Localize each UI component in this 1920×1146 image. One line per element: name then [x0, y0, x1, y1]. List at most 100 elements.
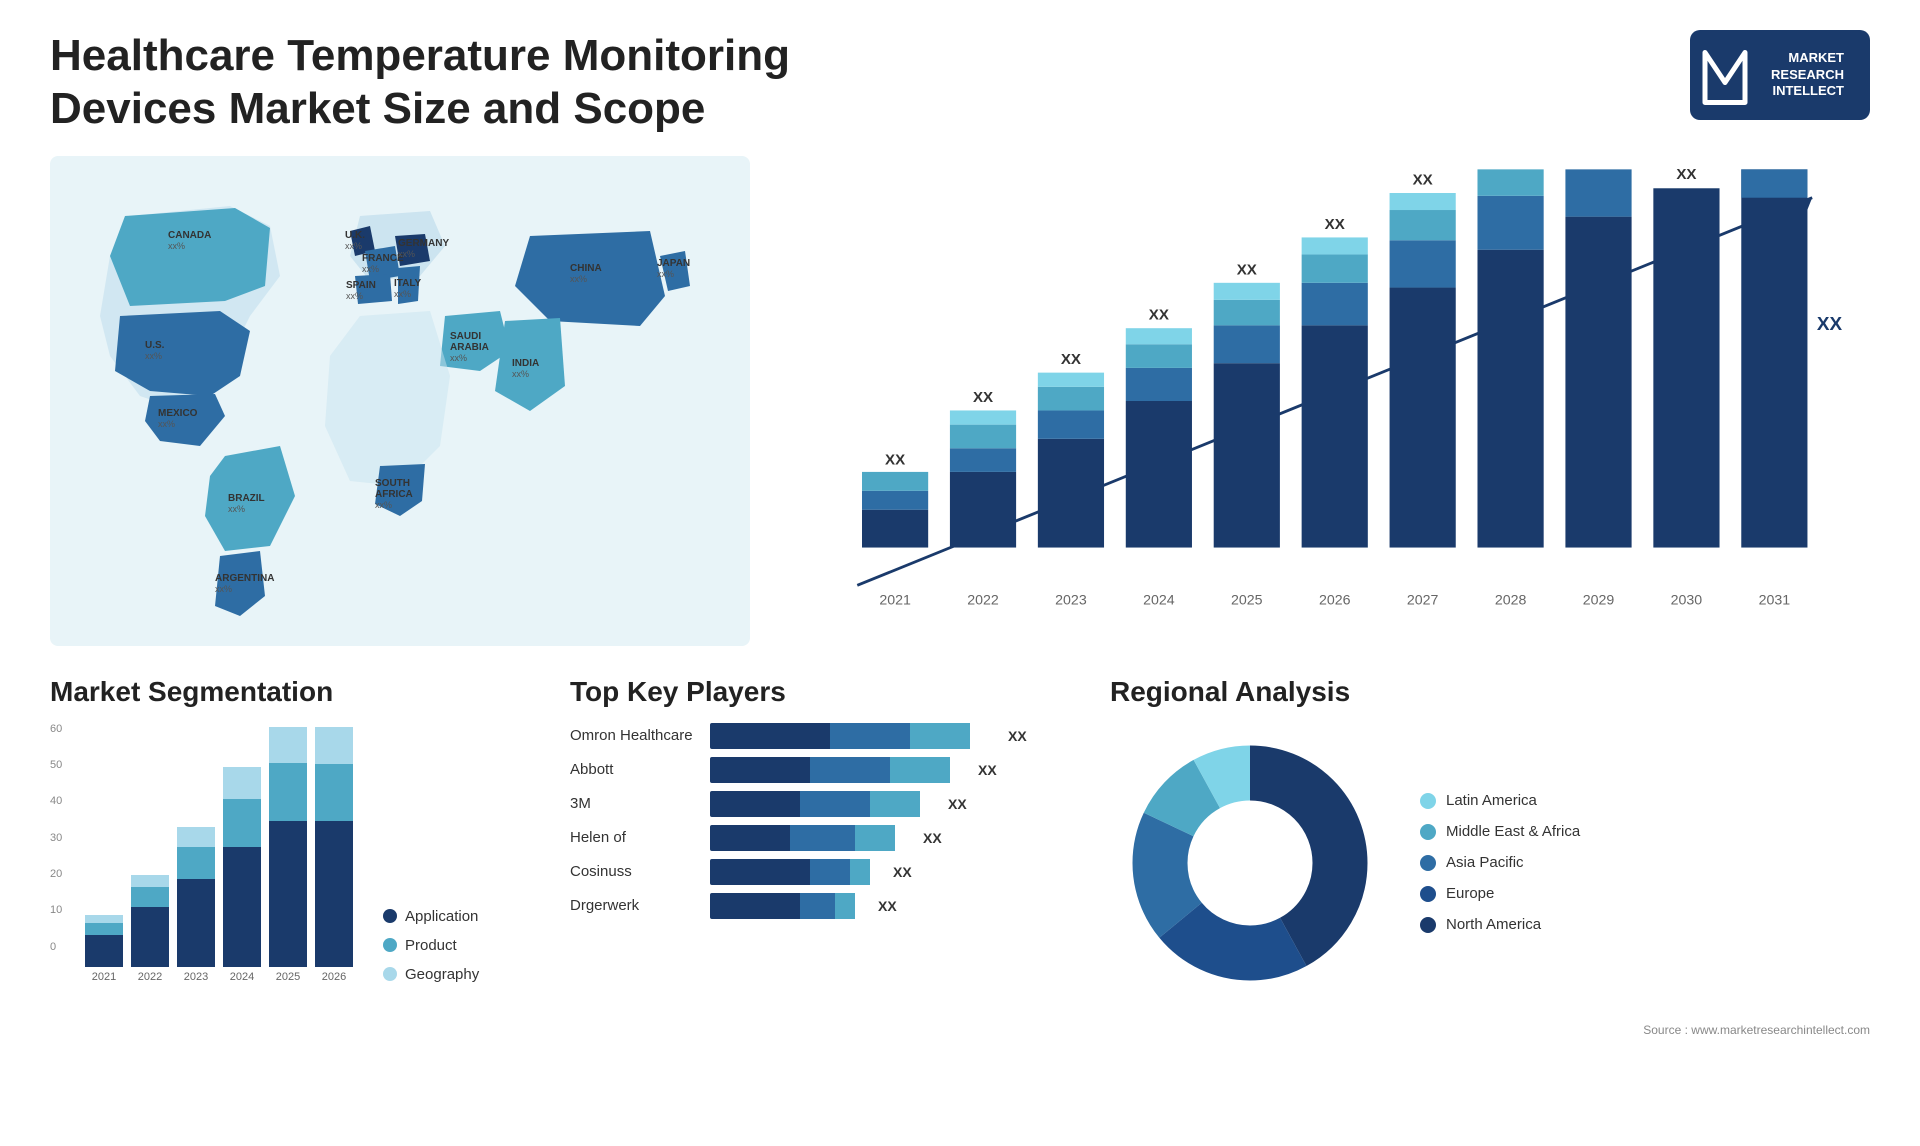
legend-middle-east-africa: Middle East & Africa — [1420, 823, 1580, 840]
player-bar-seg3-abbott — [890, 757, 950, 783]
seg-app-2026 — [315, 821, 353, 966]
seg-geo-2025 — [269, 727, 307, 763]
dot-europe — [1420, 886, 1436, 902]
seg-stacked-2026 — [315, 727, 353, 967]
svg-text:xx%: xx% — [158, 419, 175, 429]
svg-text:XX: XX — [1817, 314, 1843, 335]
seg-geo-2026 — [315, 727, 353, 765]
bar-chart-svg: XX 2021 XX 2022 XX 2023 — [810, 166, 1850, 636]
map-section: CANADA xx% U.S. xx% MEXICO xx% BRAZIL xx… — [50, 156, 750, 646]
svg-text:CANADA: CANADA — [168, 230, 211, 241]
seg-app-2025 — [269, 821, 307, 966]
player-bar-abbott — [710, 757, 960, 783]
bar-chart: XX 2021 XX 2022 XX 2023 — [810, 166, 1850, 636]
seg-geo-2024 — [223, 767, 261, 799]
svg-text:GERMANY: GERMANY — [398, 238, 449, 249]
seg-prod-2025 — [269, 763, 307, 821]
player-value-drger: XX — [878, 898, 897, 914]
player-bar-seg1-3m — [710, 791, 800, 817]
seg-geo-2021 — [85, 915, 123, 923]
svg-text:INDIA: INDIA — [512, 358, 539, 369]
donut-chart — [1110, 723, 1390, 1003]
seg-prod-2024 — [223, 799, 261, 847]
logo: MARKET RESEARCH INTELLECT — [1690, 30, 1870, 120]
legend-product: Product — [383, 937, 513, 954]
player-value-helen: XX — [923, 830, 942, 846]
svg-text:xx%: xx% — [346, 291, 363, 301]
legend-label-geography: Geography — [405, 966, 479, 983]
player-bar-seg1-omron — [710, 723, 830, 749]
seg-bar-2026: 2026 — [315, 727, 353, 983]
player-bar-seg2-drger — [800, 893, 835, 919]
player-bar-seg2-helen — [790, 825, 855, 851]
y-label-30: 30 — [50, 832, 62, 844]
players-title: Top Key Players — [570, 676, 1090, 708]
dot-north-america — [1420, 917, 1436, 933]
svg-text:2023: 2023 — [1055, 592, 1087, 608]
seg-geo-2023 — [177, 827, 215, 847]
seg-year-2026: 2026 — [322, 971, 346, 983]
y-label-20: 20 — [50, 868, 62, 880]
player-name-3m: 3M — [570, 795, 700, 812]
player-bar-seg2-3m — [800, 791, 870, 817]
label-north-america: North America — [1446, 916, 1541, 933]
bottom-row: Market Segmentation 60 50 40 30 20 10 0 — [50, 676, 1870, 1116]
svg-text:XX: XX — [1676, 166, 1696, 183]
seg-bar-2023: 2023 — [177, 727, 215, 983]
seg-stacked-2021 — [85, 727, 123, 967]
player-bar-seg1-drger — [710, 893, 800, 919]
legend-application: Application — [383, 908, 513, 925]
regional-section: Regional Analysis — [1110, 676, 1870, 1116]
svg-text:xx%: xx% — [450, 353, 467, 363]
seg-app-2024 — [223, 847, 261, 967]
seg-content: 60 50 40 30 20 10 0 — [50, 723, 550, 983]
label-middle-east-africa: Middle East & Africa — [1446, 823, 1580, 840]
y-label-0: 0 — [50, 941, 62, 953]
label-europe: Europe — [1446, 885, 1494, 902]
svg-text:SOUTH: SOUTH — [375, 478, 410, 489]
legend-geography: Geography — [383, 966, 513, 983]
label-asia-pacific: Asia Pacific — [1446, 854, 1524, 871]
regional-title: Regional Analysis — [1110, 676, 1870, 708]
player-bar-seg1-helen — [710, 825, 790, 851]
dot-latin-america — [1420, 793, 1436, 809]
source-text: Source : www.marketresearchintellect.com — [1110, 1023, 1870, 1037]
svg-text:SPAIN: SPAIN — [346, 280, 376, 291]
player-row-cosinuss: Cosinuss XX — [570, 859, 1090, 885]
seg-bar-2021: 2021 — [85, 727, 123, 983]
svg-text:xx%: xx% — [215, 584, 232, 594]
svg-text:2028: 2028 — [1495, 592, 1527, 608]
y-label-40: 40 — [50, 795, 62, 807]
seg-chart-wrapper: 60 50 40 30 20 10 0 — [50, 723, 353, 983]
player-value-abbott: XX — [978, 762, 997, 778]
svg-text:2022: 2022 — [967, 592, 999, 608]
regional-legend: Latin America Middle East & Africa Asia … — [1420, 792, 1580, 933]
legend-dot-application — [383, 909, 397, 923]
legend-latin-america: Latin America — [1420, 792, 1580, 809]
seg-stacked-2023 — [177, 727, 215, 967]
dot-asia-pacific — [1420, 855, 1436, 871]
svg-text:2027: 2027 — [1407, 592, 1439, 608]
player-bar-seg3-cosinuss — [850, 859, 870, 885]
svg-text:xx%: xx% — [345, 241, 362, 251]
svg-text:2029: 2029 — [1583, 592, 1615, 608]
players-section: Top Key Players Omron Healthcare XX Abbo… — [570, 676, 1090, 1116]
svg-text:xx%: xx% — [228, 504, 245, 514]
svg-text:XX: XX — [885, 451, 905, 468]
players-list: Omron Healthcare XX Abbott — [570, 723, 1090, 919]
svg-text:XX: XX — [1149, 306, 1169, 323]
player-row-helen: Helen of XX — [570, 825, 1090, 851]
svg-text:XX: XX — [1413, 171, 1433, 188]
logo-icon — [1700, 40, 1750, 115]
player-name-omron: Omron Healthcare — [570, 727, 700, 744]
svg-text:XX: XX — [1061, 351, 1081, 368]
svg-text:2030: 2030 — [1671, 592, 1703, 608]
svg-text:JAPAN: JAPAN — [657, 258, 690, 269]
legend-north-america: North America — [1420, 916, 1580, 933]
seg-year-2023: 2023 — [184, 971, 208, 983]
svg-text:xx%: xx% — [570, 274, 587, 284]
seg-year-2022: 2022 — [138, 971, 162, 983]
segmentation-title: Market Segmentation — [50, 676, 550, 708]
logo-text: MARKET RESEARCH INTELLECT — [1771, 50, 1844, 101]
player-bar-seg1-abbott — [710, 757, 810, 783]
